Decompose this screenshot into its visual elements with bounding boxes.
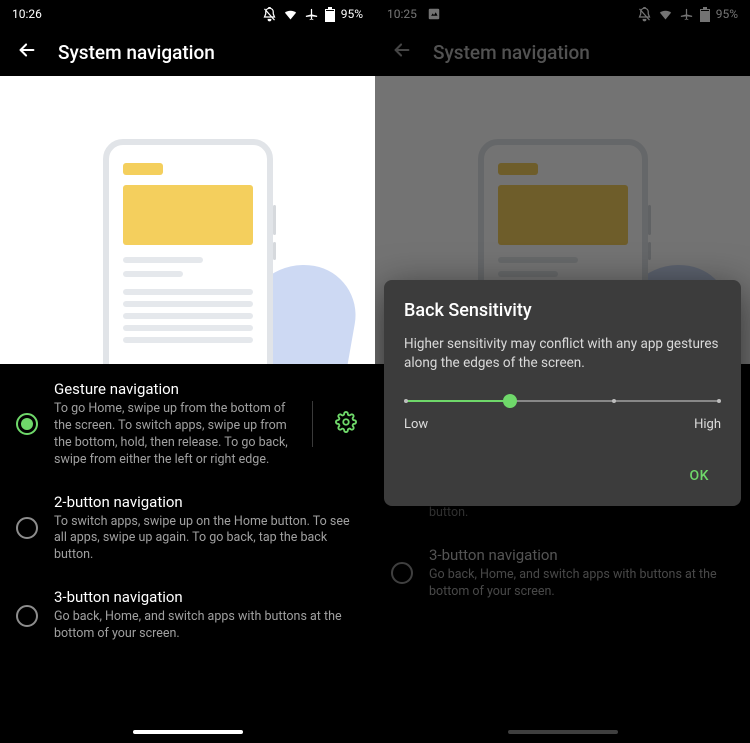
option-desc: To go Home, swipe up from the bottom of …: [54, 401, 290, 469]
status-bar: 10:25 95%: [375, 0, 750, 28]
status-bar: 10:26 95%: [0, 0, 375, 28]
back-sensitivity-dialog: Back Sensitivity Higher sensitivity may …: [384, 280, 741, 506]
battery-icon: [700, 7, 710, 22]
wifi-icon: [658, 7, 673, 22]
options-list: Gesture navigation To go Home, swipe up …: [0, 364, 375, 659]
option-title: 2-button navigation: [54, 493, 359, 511]
back-icon[interactable]: [391, 39, 413, 65]
radio-3-button-navigation[interactable]: [16, 605, 38, 627]
page-title: System navigation: [58, 41, 215, 64]
airplane-icon: [679, 7, 694, 22]
dnd-off-icon: [637, 7, 652, 22]
app-bar: System navigation: [375, 28, 750, 76]
option-2-button-navigation[interactable]: 2-button navigation To switch apps, swip…: [0, 481, 375, 577]
battery-icon: [325, 7, 335, 22]
battery-percent: 95%: [716, 7, 738, 21]
gesture-handle[interactable]: [508, 730, 618, 734]
ok-button[interactable]: OK: [678, 460, 722, 492]
slider-low-label: Low: [404, 417, 428, 432]
option-desc: Go back, Home, and switch apps with butt…: [429, 567, 734, 601]
battery-percent: 95%: [341, 7, 363, 21]
dialog-title: Back Sensitivity: [404, 300, 721, 321]
option-title: Gesture navigation: [54, 380, 290, 398]
divider: [312, 401, 313, 447]
option-desc: To switch apps, swipe up on the Home but…: [54, 514, 359, 565]
phone-right: 10:25 95% System navigation: [375, 0, 750, 743]
option-desc: Go back, Home, and switch apps with butt…: [54, 609, 359, 643]
dialog-body: Higher sensitivity may conflict with any…: [404, 335, 721, 373]
phone-left: 10:26 95% System navigation: [0, 0, 375, 743]
screenshot-icon: [427, 7, 441, 21]
status-time: 10:26: [12, 7, 42, 21]
option-title: 3-button navigation: [429, 546, 734, 564]
radio-3-button-navigation[interactable]: [391, 562, 413, 584]
wifi-icon: [283, 7, 298, 22]
option-title: 3-button navigation: [54, 588, 359, 606]
option-3-button-navigation[interactable]: 3-button navigation Go back, Home, and s…: [0, 576, 375, 655]
app-bar: System navigation: [0, 28, 375, 76]
option-gesture-navigation[interactable]: Gesture navigation To go Home, swipe up …: [0, 368, 375, 481]
dnd-off-icon: [262, 7, 277, 22]
gear-icon[interactable]: [335, 411, 359, 437]
gesture-handle[interactable]: [133, 730, 243, 734]
page-title: System navigation: [433, 41, 590, 64]
back-icon[interactable]: [16, 39, 38, 65]
radio-gesture-navigation[interactable]: [16, 413, 38, 435]
status-time: 10:25: [387, 7, 417, 21]
radio-2-button-navigation[interactable]: [16, 517, 38, 539]
illustration: [0, 76, 375, 364]
airplane-icon: [304, 7, 319, 22]
slider-high-label: High: [694, 417, 721, 432]
option-3-button-navigation[interactable]: 3-button navigation Go back, Home, and s…: [375, 534, 750, 613]
sensitivity-slider[interactable]: [406, 391, 719, 411]
